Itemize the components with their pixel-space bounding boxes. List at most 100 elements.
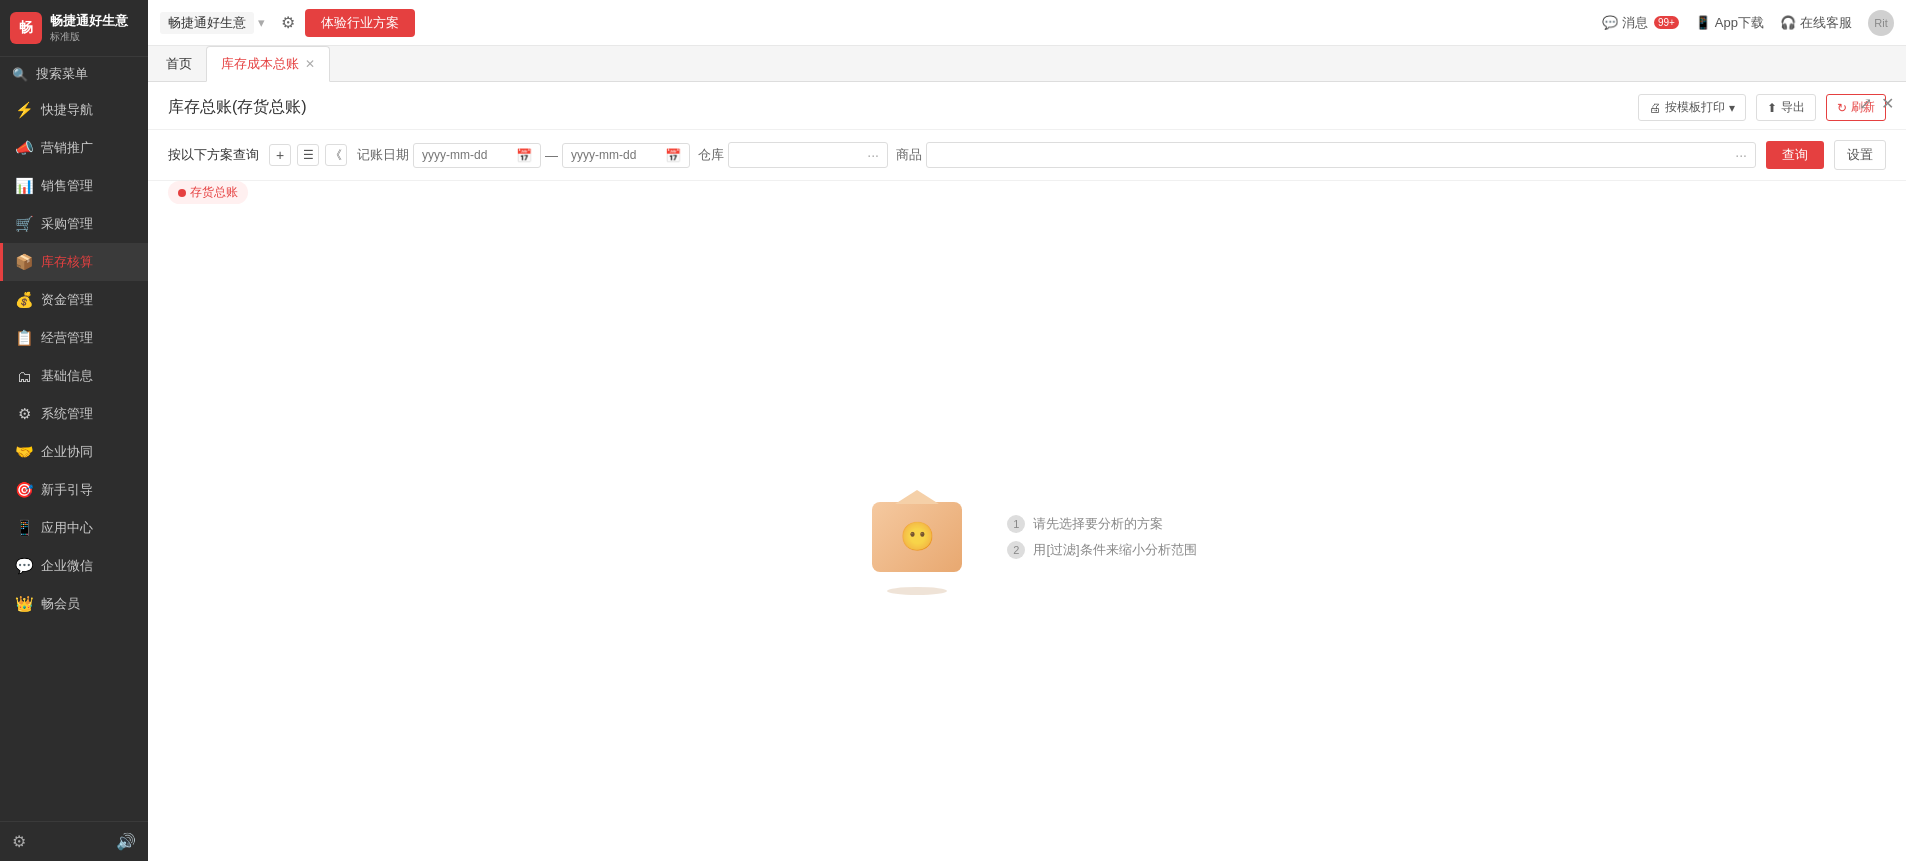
warehouse-field-label: 仓库 xyxy=(698,146,724,164)
sidebar-item-newbie[interactable]: 🎯 新手引导 xyxy=(0,471,148,509)
sidebar-navigation: ⚡ 快捷导航 📣 营销推广 📊 销售管理 🛒 采购管理 📦 库存核算 💰 资金管… xyxy=(0,91,148,821)
system-icon: ⚙ xyxy=(15,405,33,423)
date-separator: — xyxy=(545,148,558,163)
scheme-item-inventory[interactable]: 存货总账 xyxy=(168,181,248,204)
marketing-icon: 📣 xyxy=(15,139,33,157)
sidebar-item-sales[interactable]: 📊 销售管理 xyxy=(0,167,148,205)
refresh-icon: ↻ xyxy=(1837,101,1847,115)
service-icon: 🎧 xyxy=(1780,15,1796,30)
appstore-icon: 📱 xyxy=(15,519,33,537)
filter-bar: 按以下方案查询 + ☰ 《 记账日期 📅 — 📅 xyxy=(148,130,1906,181)
scheme-dot-icon xyxy=(178,189,186,197)
date-to-input[interactable] xyxy=(571,148,661,162)
empty-box-icon: 😶 xyxy=(872,502,962,572)
tab-home[interactable]: 首页 xyxy=(152,46,206,82)
date-field-label: 记账日期 xyxy=(357,146,409,164)
enterprise-icon: 🤝 xyxy=(15,443,33,461)
goods-filter-group: 商品 ··· xyxy=(896,142,1756,168)
empty-tips: 1 请先选择要分析的方案 2 用[过滤]条件来缩小分析范围 xyxy=(1007,515,1196,559)
goods-select[interactable]: ··· xyxy=(926,142,1756,168)
print-dropdown-icon[interactable]: ▾ xyxy=(1729,101,1735,115)
panel-close-icon[interactable]: ✕ xyxy=(1881,94,1894,113)
finance-icon: 💰 xyxy=(15,291,33,309)
filter-add-button[interactable]: + xyxy=(269,144,291,166)
page-actions: 🖨 按模板打印 ▾ ⬆ 导出 ↻ 刷新 xyxy=(1638,94,1886,121)
sidebar-item-quick-nav[interactable]: ⚡ 快捷导航 xyxy=(0,91,148,129)
app-download-button[interactable]: 📱 App下载 xyxy=(1695,14,1764,32)
inventory-icon: 📦 xyxy=(15,253,33,271)
query-button[interactable]: 查询 xyxy=(1766,141,1824,169)
industry-solution-button[interactable]: 体验行业方案 xyxy=(305,9,415,37)
operations-icon: 📋 xyxy=(15,329,33,347)
phone-icon: 📱 xyxy=(1695,15,1711,30)
sidebar-item-wechat[interactable]: 💬 企业微信 xyxy=(0,547,148,585)
message-badge: 99+ xyxy=(1654,16,1679,29)
empty-state: 😶 1 请先选择要分析的方案 2 用[过滤]条件来缩小分析范围 xyxy=(148,212,1906,861)
wechat-icon: 💬 xyxy=(15,557,33,575)
sidebar-item-purchase[interactable]: 🛒 采购管理 xyxy=(0,205,148,243)
sidebar-item-enterprise[interactable]: 🤝 企业协同 xyxy=(0,433,148,471)
print-button[interactable]: 🖨 按模板打印 ▾ xyxy=(1638,94,1746,121)
sidebar-item-inventory[interactable]: 📦 库存核算 xyxy=(0,243,148,281)
sidebar-item-operations[interactable]: 📋 经营管理 xyxy=(0,319,148,357)
sidebar: 畅 畅捷通好生意 标准版 🔍 搜索菜单 ⚡ 快捷导航 📣 营销推广 📊 销售管理… xyxy=(0,0,148,861)
filter-manage-button[interactable]: ☰ xyxy=(297,144,319,166)
page-header: 库存总账(存货总账) 🖨 按模板打印 ▾ ⬆ 导出 ↻ 刷新 xyxy=(148,82,1906,130)
sidebar-item-system[interactable]: ⚙ 系统管理 xyxy=(0,395,148,433)
sidebar-item-appstore[interactable]: 📱 应用中心 xyxy=(0,509,148,547)
audio-icon[interactable]: 🔊 xyxy=(116,832,136,851)
warehouse-filter-group: 仓库 ··· xyxy=(698,142,888,168)
company-name-display[interactable]: 畅捷通好生意 xyxy=(160,12,254,34)
main-content: 畅捷通好生意 ▾ ⚙ 体验行业方案 💬 消息 99+ 📱 App下载 🎧 在线客… xyxy=(148,0,1906,861)
warehouse-more-icon[interactable]: ··· xyxy=(867,147,879,163)
sidebar-item-basic[interactable]: 🗂 基础信息 xyxy=(0,357,148,395)
empty-illustration: 😶 xyxy=(857,477,977,597)
dropdown-arrow-icon[interactable]: ▾ xyxy=(258,15,265,30)
sidebar-item-member[interactable]: 👑 畅会员 xyxy=(0,585,148,623)
member-icon: 👑 xyxy=(15,595,33,613)
refresh-button[interactable]: ↻ 刷新 xyxy=(1826,94,1886,121)
app-logo-icon: 畅 xyxy=(10,12,42,44)
empty-shadow xyxy=(887,587,947,595)
sidebar-bottom: ⚙ 🔊 xyxy=(0,821,148,861)
scheme-bar: 存货总账 xyxy=(148,181,1906,212)
warehouse-select[interactable]: ··· xyxy=(728,142,888,168)
calendar-from-icon[interactable]: 📅 xyxy=(516,148,532,163)
goods-more-icon[interactable]: ··· xyxy=(1735,147,1747,163)
settings-bottom-icon[interactable]: ⚙ xyxy=(12,832,26,851)
online-service-button[interactable]: 🎧 在线客服 xyxy=(1780,14,1852,32)
user-avatar[interactable]: Rit xyxy=(1868,10,1894,36)
calendar-to-icon[interactable]: 📅 xyxy=(665,148,681,163)
topbar-settings-icon[interactable]: ⚙ xyxy=(281,13,295,32)
date-from-input-wrap: 📅 xyxy=(413,143,541,168)
date-filter-group: 记账日期 📅 — 📅 xyxy=(357,143,690,168)
topbar: 畅捷通好生意 ▾ ⚙ 体验行业方案 💬 消息 99+ 📱 App下载 🎧 在线客… xyxy=(148,0,1906,46)
panel-expand-icon[interactable]: ⤢ xyxy=(1859,94,1872,113)
tab-close-icon[interactable]: ✕ xyxy=(305,57,315,71)
tabs-bar: 首页 库存成本总账 ✕ xyxy=(148,46,1906,82)
print-icon: 🖨 xyxy=(1649,101,1661,115)
page-title: 库存总账(存货总账) xyxy=(168,97,307,118)
messages-button[interactable]: 💬 消息 99+ xyxy=(1602,14,1679,32)
export-icon: ⬆ xyxy=(1767,101,1777,115)
filter-settings-button[interactable]: 设置 xyxy=(1834,140,1886,170)
empty-tip-1: 1 请先选择要分析的方案 xyxy=(1007,515,1196,533)
sidebar-search[interactable]: 🔍 搜索菜单 xyxy=(0,57,148,91)
sidebar-item-finance[interactable]: 💰 资金管理 xyxy=(0,281,148,319)
tip-number-2: 2 xyxy=(1007,541,1025,559)
date-from-input[interactable] xyxy=(422,148,512,162)
purchase-icon: 🛒 xyxy=(15,215,33,233)
tab-inventory-ledger[interactable]: 库存成本总账 ✕ xyxy=(206,46,330,82)
page-area: 库存总账(存货总账) 🖨 按模板打印 ▾ ⬆ 导出 ↻ 刷新 按以下方案查询 xyxy=(148,82,1906,861)
export-button[interactable]: ⬆ 导出 xyxy=(1756,94,1816,121)
filter-row: 记账日期 📅 — 📅 仓库 ··· xyxy=(357,142,1756,168)
filter-actions: + ☰ 《 xyxy=(269,144,347,166)
date-to-input-wrap: 📅 xyxy=(562,143,690,168)
message-icon: 💬 xyxy=(1602,15,1618,30)
filter-label: 按以下方案查询 xyxy=(168,146,259,164)
sidebar-item-marketing[interactable]: 📣 营销推广 xyxy=(0,129,148,167)
goods-field-label: 商品 xyxy=(896,146,922,164)
app-logo-text: 畅捷通好生意 标准版 xyxy=(50,13,128,43)
search-icon: 🔍 xyxy=(12,67,28,82)
filter-collapse-button[interactable]: 《 xyxy=(325,144,347,166)
